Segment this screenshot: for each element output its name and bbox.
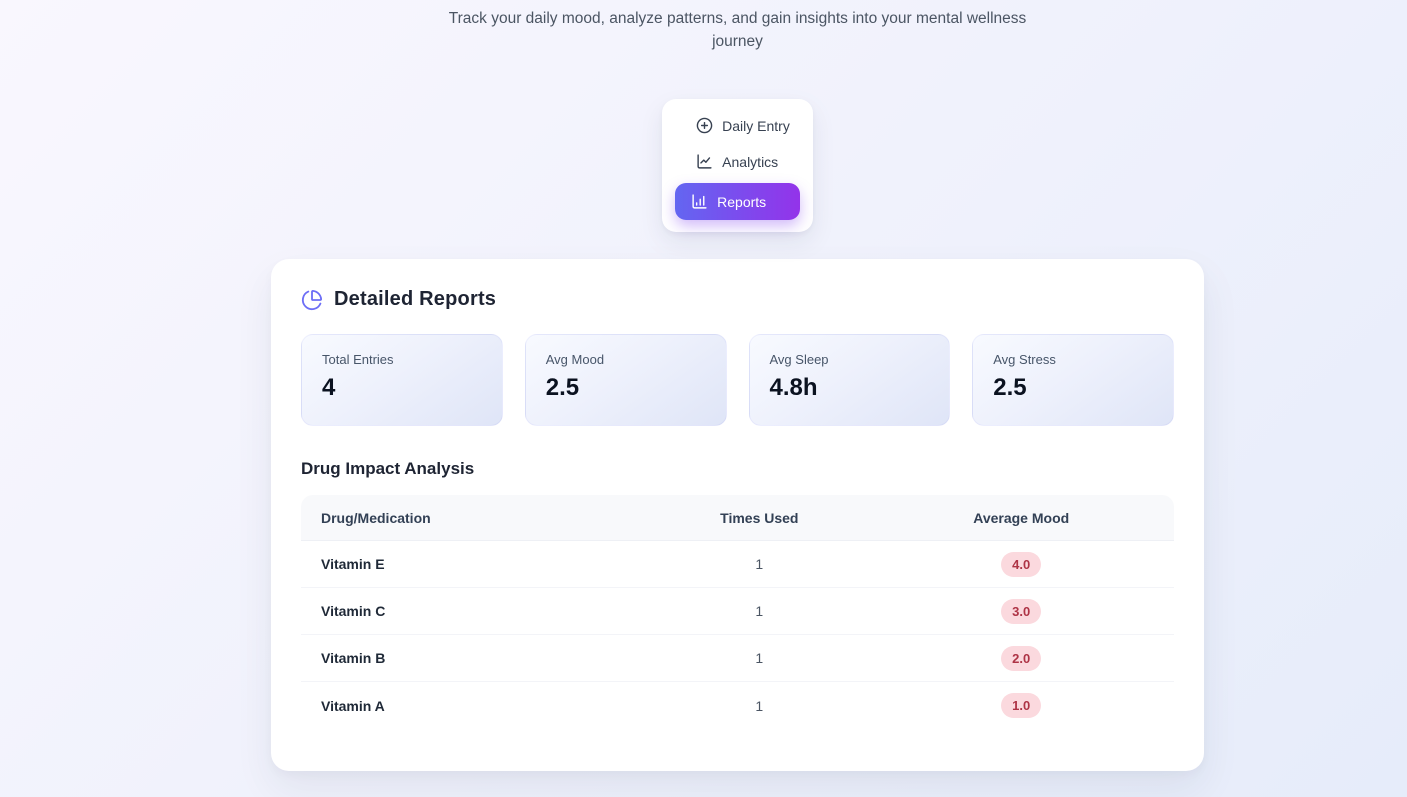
avg-mood-badge: 1.0	[1001, 693, 1042, 718]
page-subtitle: Track your daily mood, analyze patterns,…	[448, 10, 1027, 50]
page-content: Track your daily mood, analyze patterns,…	[271, 0, 1204, 771]
times-used: 1	[755, 650, 764, 666]
table-header-row: Drug/Medication Times Used Average Mood	[301, 495, 1174, 541]
bar-chart-icon	[691, 193, 708, 210]
drug-impact-table: Drug/Medication Times Used Average Mood …	[301, 495, 1174, 729]
line-chart-icon	[696, 153, 713, 170]
nav-item-analytics[interactable]: Analytics	[675, 147, 800, 176]
stat-card-avg-mood: Avg Mood 2.5	[524, 334, 727, 426]
pie-chart-icon	[301, 289, 323, 311]
column-header-drug: Drug/Medication	[321, 509, 431, 526]
drug-name: Vitamin C	[321, 603, 386, 619]
column-header-mood: Average Mood	[973, 509, 1070, 526]
nav-item-reports[interactable]: Reports	[675, 183, 800, 220]
card-header: Detailed Reports	[301, 288, 1174, 311]
stat-value: 2.5	[545, 374, 580, 401]
table-row: Vitamin E 1 4.0	[301, 541, 1174, 588]
stat-value: 4.8h	[769, 374, 818, 401]
stat-label: Total Entries	[322, 352, 394, 367]
nav-item-label: Reports	[717, 193, 767, 210]
detailed-reports-card: Detailed Reports Total Entries 4 Avg Moo…	[271, 259, 1204, 771]
stat-label: Avg Stress	[993, 352, 1056, 367]
times-used: 1	[755, 697, 764, 714]
avg-mood-badge: 2.0	[1001, 645, 1042, 671]
nav-item-label: Analytics	[722, 153, 779, 170]
stat-value: 4	[322, 374, 336, 401]
drug-name: Vitamin A	[321, 697, 385, 714]
drug-name: Vitamin E	[321, 556, 385, 572]
stat-card-avg-stress: Avg Stress 2.5	[972, 334, 1174, 426]
table-row: Vitamin A 1 1.0	[301, 682, 1174, 729]
drug-impact-analysis-title: Drug Impact Analysis	[301, 459, 475, 478]
avg-mood-cell: 3.0	[868, 598, 1174, 624]
avg-mood-badge: 3.0	[1001, 598, 1042, 624]
nav-wrapper: Daily Entry Analytics Reports	[271, 99, 1204, 232]
table-row: Vitamin B 1 2.0	[301, 635, 1174, 682]
nav-card: Daily Entry Analytics Reports	[662, 99, 813, 232]
times-used: 1	[755, 556, 764, 572]
stat-label: Avg Sleep	[769, 352, 829, 367]
page-title: Detailed Reports	[334, 288, 497, 310]
nav-item-label: Daily Entry	[722, 117, 790, 134]
nav-item-daily-entry[interactable]: Daily Entry	[675, 111, 800, 140]
stat-value: 2.5	[993, 374, 1027, 401]
times-used: 1	[755, 603, 764, 619]
stat-card-total-entries: Total Entries 4	[301, 334, 503, 426]
stat-label: Avg Mood	[545, 352, 605, 367]
avg-mood-badge: 4.0	[1001, 551, 1042, 577]
table-row: Vitamin C 1 3.0	[301, 588, 1174, 635]
avg-mood-cell: 2.0	[868, 645, 1174, 671]
stat-card-avg-sleep: Avg Sleep 4.8h	[748, 334, 951, 426]
column-header-times: Times Used	[720, 509, 799, 526]
avg-mood-cell: 4.0	[868, 551, 1174, 577]
drug-name: Vitamin B	[321, 650, 386, 666]
avg-mood-cell: 1.0	[868, 693, 1174, 718]
stats-row: Total Entries 4 Avg Mood 2.5 Avg Sleep 4…	[301, 334, 1174, 426]
plus-circle-icon	[696, 117, 713, 134]
